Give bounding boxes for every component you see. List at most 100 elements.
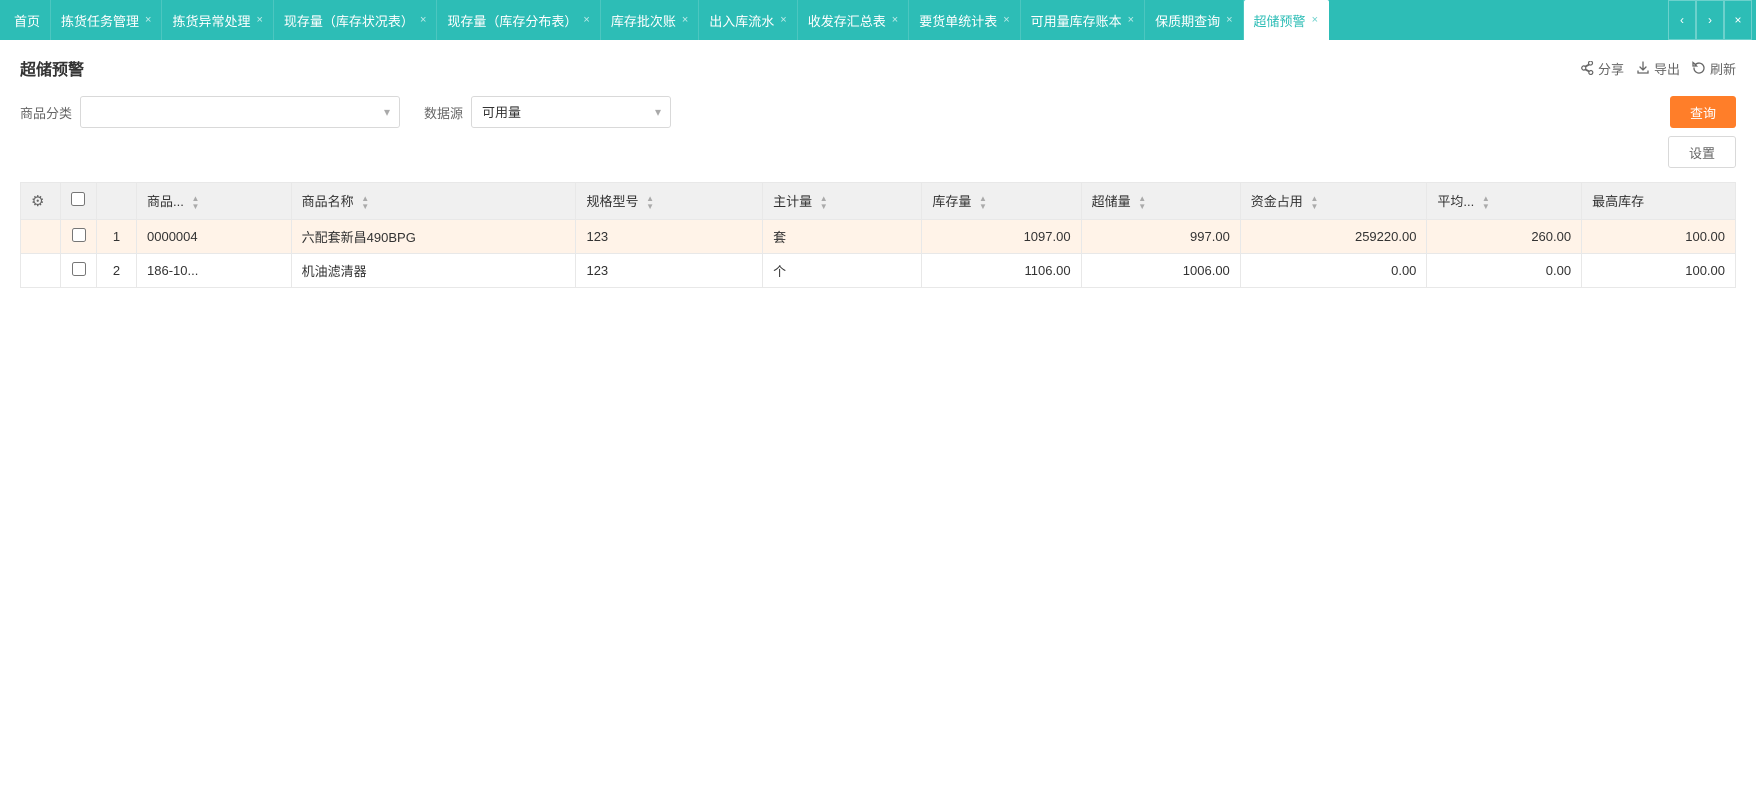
nav-home[interactable]: 首页 <box>4 0 51 40</box>
datasource-filter-group: 数据源 可用量 库存量 ▾ <box>424 96 671 128</box>
td-spec-1: 123 <box>576 219 763 253</box>
td-product-name-2: 机油滤清器 <box>291 253 576 287</box>
close-icon[interactable]: × <box>145 14 151 26</box>
nav-quality-check[interactable]: 保质期查询 × <box>1145 0 1243 40</box>
nav-arrow-close[interactable]: × <box>1724 0 1752 40</box>
sort-arrows-capital[interactable]: ▲▼ <box>1310 195 1318 211</box>
header-actions: 分享 导出 刷新 <box>1580 59 1736 78</box>
td-max-stock-1: 100.00 <box>1582 219 1736 253</box>
sort-arrows-product-code[interactable]: ▲▼ <box>191 195 199 211</box>
table-row: 1 0000004 六配套新昌490BPG 123 套 1097.00 997.… <box>21 219 1736 253</box>
export-button[interactable]: 导出 <box>1636 59 1680 78</box>
refresh-button[interactable]: 刷新 <box>1692 59 1736 78</box>
category-filter-group: 商品分类 ▾ <box>20 96 400 128</box>
nav-batch[interactable]: 库存批次账 × <box>601 0 699 40</box>
sort-arrows-overstock[interactable]: ▲▼ <box>1138 195 1146 211</box>
td-overstock-2: 1006.00 <box>1081 253 1240 287</box>
nav-arrows: ‹ › × <box>1668 0 1752 40</box>
sort-arrows-product-name[interactable]: ▲▼ <box>361 195 369 211</box>
th-rownum <box>97 183 137 220</box>
select-all-checkbox[interactable] <box>71 192 85 206</box>
td-unit-1: 套 <box>763 219 922 253</box>
share-icon <box>1580 61 1594 75</box>
td-stock-1: 1097.00 <box>922 219 1081 253</box>
page-container: 超储预警 分享 导出 刷新 <box>0 40 1756 800</box>
close-icon[interactable]: × <box>583 14 589 26</box>
td-avg-2: 0.00 <box>1427 253 1582 287</box>
export-icon <box>1636 61 1650 75</box>
td-checkbox-1 <box>61 219 97 253</box>
close-icon[interactable]: × <box>256 14 262 26</box>
close-icon[interactable]: × <box>420 14 426 26</box>
th-settings: ⚙ <box>21 183 61 220</box>
close-icon[interactable]: × <box>1003 14 1009 26</box>
sort-arrows-avg[interactable]: ▲▼ <box>1482 195 1490 211</box>
td-product-name-1: 六配套新昌490BPG <box>291 219 576 253</box>
th-stock[interactable]: 库存量 ▲▼ <box>922 183 1081 220</box>
nav-inventory-dist[interactable]: 现存量（库存分布表） × <box>437 0 600 40</box>
td-rownum-1: 1 <box>97 219 137 253</box>
td-product-code-1: 0000004 <box>137 219 292 253</box>
share-button[interactable]: 分享 <box>1580 59 1624 78</box>
nav-overstock-warn[interactable]: 超储预警 × <box>1244 0 1329 40</box>
close-icon[interactable]: × <box>1128 14 1134 26</box>
datasource-label: 数据源 <box>424 103 463 122</box>
datasource-select-wrapper: 可用量 库存量 ▾ <box>471 96 671 128</box>
gear-icon[interactable]: ⚙ <box>31 193 44 210</box>
th-product-name[interactable]: 商品名称 ▲▼ <box>291 183 576 220</box>
td-overstock-1: 997.00 <box>1081 219 1240 253</box>
th-overstock[interactable]: 超储量 ▲▼ <box>1081 183 1240 220</box>
close-icon[interactable]: × <box>892 14 898 26</box>
sort-arrows-spec[interactable]: ▲▼ <box>646 195 654 211</box>
td-rownum-2: 2 <box>97 253 137 287</box>
td-checkbox-2 <box>61 253 97 287</box>
th-checkbox <box>61 183 97 220</box>
row-checkbox-1[interactable] <box>72 228 86 242</box>
datasource-select[interactable]: 可用量 库存量 <box>471 96 671 128</box>
th-capital[interactable]: 资金占用 ▲▼ <box>1240 183 1427 220</box>
td-capital-2: 0.00 <box>1240 253 1427 287</box>
settings-button[interactable]: 设置 <box>1668 136 1736 168</box>
row-checkbox-2[interactable] <box>72 262 86 276</box>
td-product-code-2: 186-10... <box>137 253 292 287</box>
category-select[interactable] <box>80 96 400 128</box>
query-button[interactable]: 查询 <box>1670 96 1736 128</box>
nav-task-mgmt[interactable]: 拣货任务管理 × <box>51 0 162 40</box>
close-icon[interactable]: × <box>780 14 786 26</box>
td-avg-1: 260.00 <box>1427 219 1582 253</box>
page-header: 超储预警 分享 导出 刷新 <box>20 56 1736 80</box>
th-spec[interactable]: 规格型号 ▲▼ <box>576 183 763 220</box>
close-icon[interactable]: × <box>682 14 688 26</box>
filter-area: 商品分类 ▾ 数据源 可用量 库存量 ▾ <box>20 96 1736 168</box>
close-icon[interactable]: × <box>1226 14 1232 26</box>
top-navigation: 首页 拣货任务管理 × 拣货异常处理 × 现存量（库存状况表） × 现存量（库存… <box>0 0 1756 40</box>
nav-inout-flow[interactable]: 出入库流水 × <box>699 0 797 40</box>
td-max-stock-2: 100.00 <box>1582 253 1736 287</box>
nav-arrow-right[interactable]: › <box>1696 0 1724 40</box>
filters-left: 商品分类 ▾ 数据源 可用量 库存量 ▾ <box>20 96 1668 128</box>
td-stock-2: 1106.00 <box>922 253 1081 287</box>
th-unit[interactable]: 主计量 ▲▼ <box>763 183 922 220</box>
filters-right: 查询 设置 <box>1668 96 1736 168</box>
th-max-stock[interactable]: 最高库存 <box>1582 183 1736 220</box>
th-product-code[interactable]: 商品... ▲▼ <box>137 183 292 220</box>
nav-inventory-status[interactable]: 现存量（库存状况表） × <box>274 0 437 40</box>
nav-available-book[interactable]: 可用量库存账本 × <box>1021 0 1145 40</box>
sort-arrows-stock[interactable]: ▲▼ <box>979 195 987 211</box>
td-spec-2: 123 <box>576 253 763 287</box>
td-settings-1 <box>21 219 61 253</box>
nav-order-stat[interactable]: 要货单统计表 × <box>909 0 1020 40</box>
td-settings-2 <box>21 253 61 287</box>
sort-arrows-unit[interactable]: ▲▼ <box>820 195 828 211</box>
nav-recv-send[interactable]: 收发存汇总表 × <box>798 0 909 40</box>
td-unit-2: 个 <box>763 253 922 287</box>
close-icon[interactable]: × <box>1312 14 1318 26</box>
td-capital-1: 259220.00 <box>1240 219 1427 253</box>
data-table: ⚙ 商品... ▲▼ 商品名称 ▲▼ 规格型号 ▲▼ <box>20 182 1736 288</box>
category-select-wrapper: ▾ <box>80 96 400 128</box>
refresh-icon <box>1692 61 1706 75</box>
th-avg[interactable]: 平均... ▲▼ <box>1427 183 1582 220</box>
nav-arrow-left[interactable]: ‹ <box>1668 0 1696 40</box>
table-header: ⚙ 商品... ▲▼ 商品名称 ▲▼ 规格型号 ▲▼ <box>21 183 1736 220</box>
nav-abnormal[interactable]: 拣货异常处理 × <box>162 0 273 40</box>
